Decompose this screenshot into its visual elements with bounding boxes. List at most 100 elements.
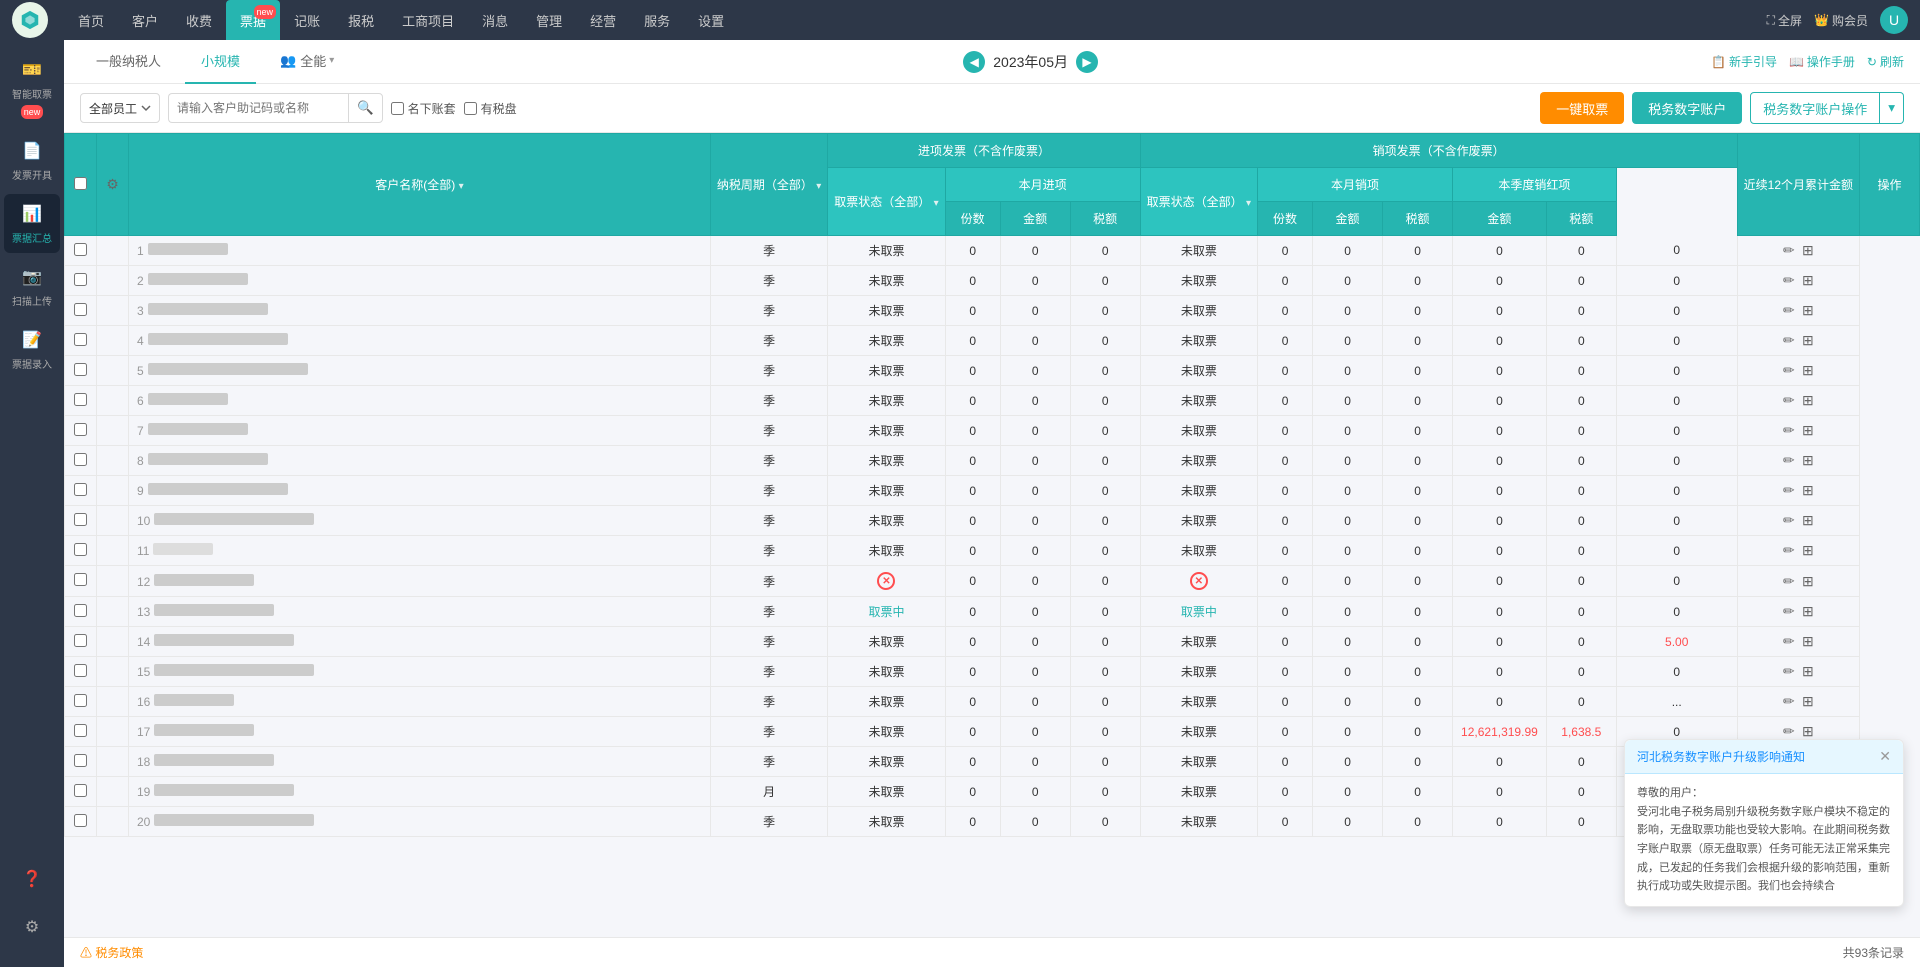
sidebar-item-invoice-summary[interactable]: 📊 票据汇总 <box>4 194 60 253</box>
nav-manage[interactable]: 管理 <box>522 0 576 40</box>
sidebar-item-scan-upload[interactable]: 📷 扫描上传 <box>4 257 60 316</box>
tax-policy-link[interactable]: ⚠ 税务政策 <box>80 944 143 961</box>
table-settings-icon[interactable]: ⚙ <box>106 176 119 192</box>
next-month-btn[interactable]: ▶ <box>1076 51 1098 73</box>
edit-icon[interactable]: ✏ <box>1783 723 1795 739</box>
row-checkbox[interactable] <box>74 694 87 707</box>
row-checkbox[interactable] <box>74 393 87 406</box>
edit-icon[interactable]: ✏ <box>1783 422 1795 438</box>
row-checkbox[interactable] <box>74 724 87 737</box>
copy-icon[interactable]: ⊞ <box>1802 392 1814 408</box>
member-btn[interactable]: 👑 购会员 <box>1814 12 1868 29</box>
select-all-checkbox[interactable] <box>74 177 87 190</box>
row-checkbox[interactable] <box>74 784 87 797</box>
row-checkbox[interactable] <box>74 814 87 827</box>
row-checkbox[interactable] <box>74 243 87 256</box>
refresh-btn[interactable]: ↻ 刷新 <box>1867 53 1904 70</box>
nav-customer[interactable]: 客户 <box>118 0 172 40</box>
sidebar-item-invoice-open[interactable]: 📄 发票开具 <box>4 131 60 190</box>
has-tax-disk-label[interactable]: 有税盘 <box>464 100 517 117</box>
output-status-filter-icon[interactable]: ▾ <box>1246 198 1251 209</box>
row-checkbox[interactable] <box>74 634 87 647</box>
tab-all[interactable]: 👥 全能 ▾ <box>264 40 350 84</box>
one-click-invoice-btn[interactable]: 一键取票 <box>1540 92 1624 124</box>
sidebar-item-settings[interactable]: ⚙ <box>4 907 60 947</box>
has-tax-disk-checkbox[interactable] <box>464 102 477 115</box>
edit-icon[interactable]: ✏ <box>1783 362 1795 378</box>
copy-icon[interactable]: ⊞ <box>1802 603 1814 619</box>
copy-icon[interactable]: ⊞ <box>1802 512 1814 528</box>
row-checkbox[interactable] <box>74 513 87 526</box>
tab-small-scale[interactable]: 小规模 <box>185 40 256 84</box>
manual-btn[interactable]: 📖 操作手册 <box>1789 53 1855 70</box>
copy-icon[interactable]: ⊞ <box>1802 302 1814 318</box>
row-checkbox[interactable] <box>74 273 87 286</box>
new-guide-btn[interactable]: 📋 新手引导 <box>1711 53 1777 70</box>
edit-icon[interactable]: ✏ <box>1783 633 1795 649</box>
download-statement-checkbox[interactable] <box>391 102 404 115</box>
edit-icon[interactable]: ✏ <box>1783 542 1795 558</box>
copy-icon[interactable]: ⊞ <box>1802 542 1814 558</box>
tab-general-taxpayer[interactable]: 一般纳税人 <box>80 40 177 84</box>
download-statement-label[interactable]: 名下账套 <box>391 100 456 117</box>
nav-accounting[interactable]: 记账 <box>280 0 334 40</box>
copy-icon[interactable]: ⊞ <box>1802 452 1814 468</box>
edit-icon[interactable]: ✏ <box>1783 242 1795 258</box>
row-checkbox[interactable] <box>74 423 87 436</box>
copy-icon[interactable]: ⊞ <box>1802 482 1814 498</box>
row-checkbox[interactable] <box>74 543 87 556</box>
copy-icon[interactable]: ⊞ <box>1802 723 1814 739</box>
copy-icon[interactable]: ⊞ <box>1802 693 1814 709</box>
edit-icon[interactable]: ✏ <box>1783 512 1795 528</box>
user-avatar[interactable]: U <box>1880 6 1908 34</box>
copy-icon[interactable]: ⊞ <box>1802 663 1814 679</box>
row-checkbox[interactable] <box>74 453 87 466</box>
edit-icon[interactable]: ✏ <box>1783 663 1795 679</box>
copy-icon[interactable]: ⊞ <box>1802 573 1814 589</box>
copy-icon[interactable]: ⊞ <box>1802 362 1814 378</box>
nav-settings[interactable]: 设置 <box>684 0 738 40</box>
nav-operation[interactable]: 经营 <box>576 0 630 40</box>
search-input[interactable] <box>168 93 348 123</box>
edit-icon[interactable]: ✏ <box>1783 573 1795 589</box>
nav-message[interactable]: 消息 <box>468 0 522 40</box>
copy-icon[interactable]: ⊞ <box>1802 332 1814 348</box>
edit-icon[interactable]: ✏ <box>1783 332 1795 348</box>
nav-business[interactable]: 工商项目 <box>388 0 468 40</box>
edit-icon[interactable]: ✏ <box>1783 482 1795 498</box>
staff-select[interactable]: 全部员工 <box>80 93 160 123</box>
sidebar-item-smart-invoice[interactable]: 🎫 智能取票 new <box>4 50 60 127</box>
row-checkbox[interactable] <box>74 333 87 346</box>
copy-icon[interactable]: ⊞ <box>1802 242 1814 258</box>
copy-icon[interactable]: ⊞ <box>1802 633 1814 649</box>
copy-icon[interactable]: ⊞ <box>1802 422 1814 438</box>
digital-tax-btn[interactable]: 税务数字账户 <box>1632 92 1742 124</box>
digital-tax-action-btn[interactable]: 税务数字账户操作 <box>1750 92 1880 124</box>
notification-close-btn[interactable]: ✕ <box>1879 748 1891 765</box>
row-checkbox[interactable] <box>74 483 87 496</box>
edit-icon[interactable]: ✏ <box>1783 392 1795 408</box>
row-checkbox[interactable] <box>74 303 87 316</box>
customer-filter-icon[interactable]: ▾ <box>459 181 464 192</box>
nav-invoice[interactable]: 票据 new <box>226 0 280 40</box>
row-checkbox[interactable] <box>74 604 87 617</box>
row-checkbox[interactable] <box>74 573 87 586</box>
edit-icon[interactable]: ✏ <box>1783 452 1795 468</box>
search-button[interactable]: 🔍 <box>348 93 383 123</box>
row-checkbox[interactable] <box>74 664 87 677</box>
edit-icon[interactable]: ✏ <box>1783 272 1795 288</box>
sidebar-item-help[interactable]: ❓ <box>4 859 60 899</box>
edit-icon[interactable]: ✏ <box>1783 302 1795 318</box>
edit-icon[interactable]: ✏ <box>1783 693 1795 709</box>
prev-month-btn[interactable]: ◀ <box>963 51 985 73</box>
nav-tax[interactable]: 报税 <box>334 0 388 40</box>
edit-icon[interactable]: ✏ <box>1783 603 1795 619</box>
row-checkbox[interactable] <box>74 363 87 376</box>
nav-fee[interactable]: 收费 <box>172 0 226 40</box>
nav-home[interactable]: 首页 <box>64 0 118 40</box>
digital-tax-action-dropdown-btn[interactable]: ▾ <box>1880 92 1904 124</box>
fullscreen-btn[interactable]: ⛶ 全屏 <box>1767 12 1802 29</box>
sidebar-item-invoice-entry[interactable]: 📝 票据录入 <box>4 320 60 379</box>
input-status-filter-icon[interactable]: ▾ <box>934 198 939 209</box>
nav-service[interactable]: 服务 <box>630 0 684 40</box>
